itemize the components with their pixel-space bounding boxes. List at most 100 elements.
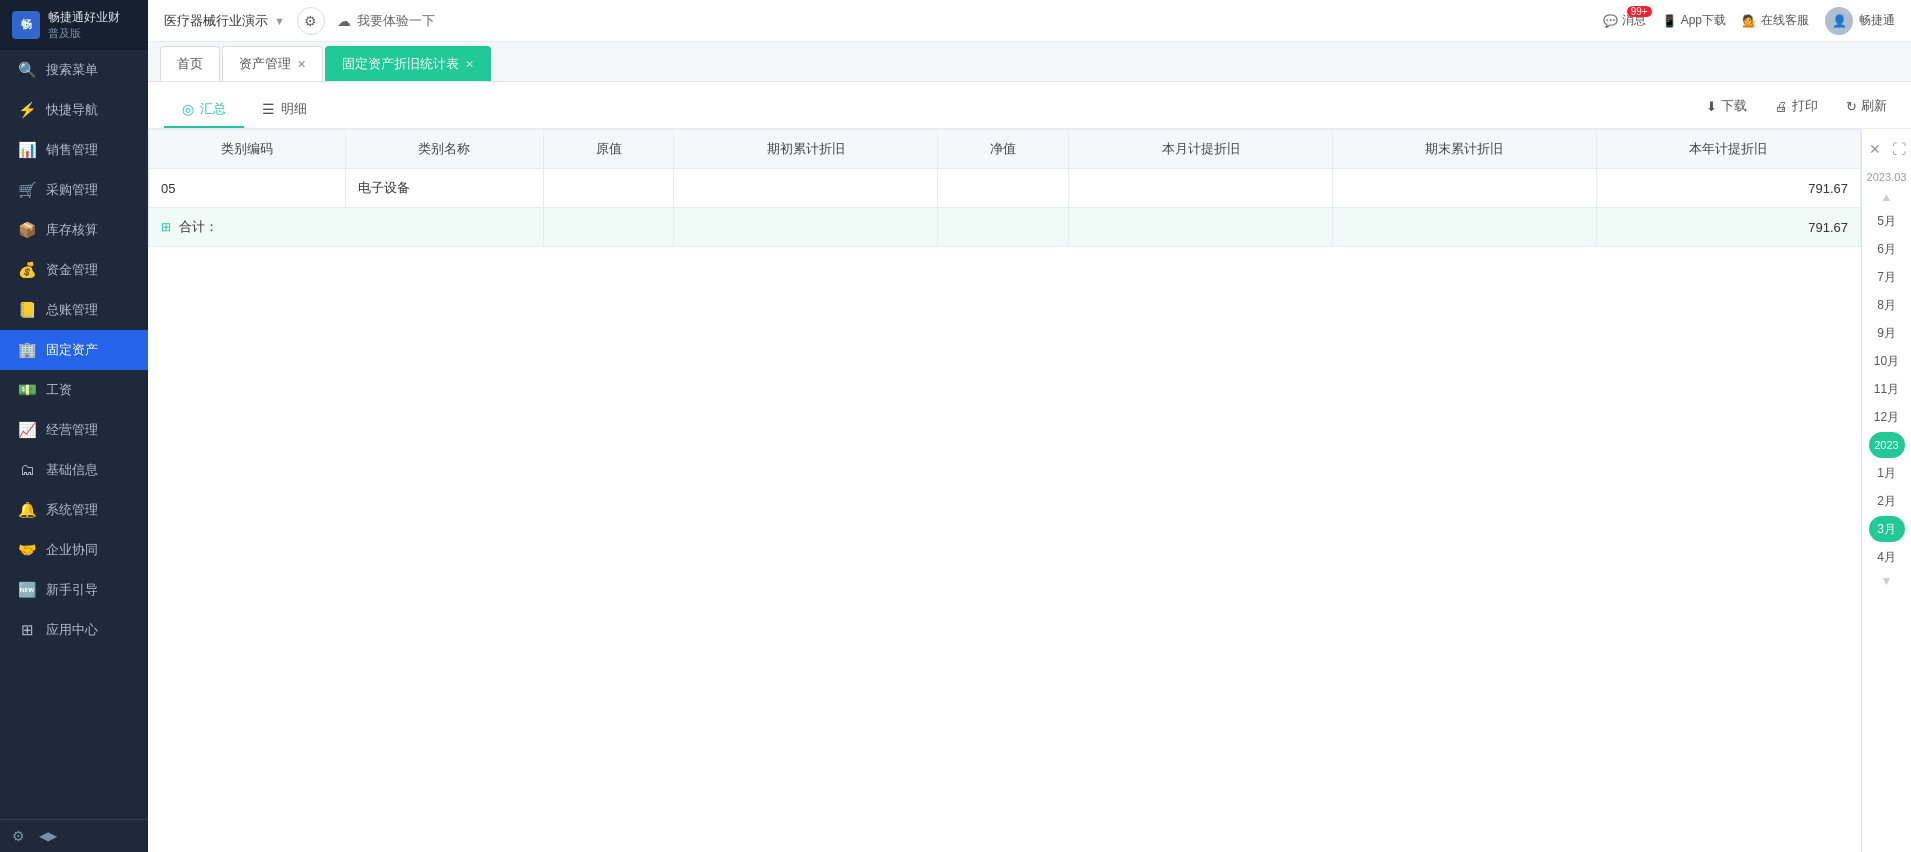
sidebar-item-collab[interactable]: 🤝 企业协同	[0, 530, 148, 570]
subtab-summary[interactable]: ◎ 汇总	[164, 92, 244, 128]
month-item-9[interactable]: 9月	[1869, 320, 1905, 346]
col-current-month: 本月计提折旧	[1069, 130, 1333, 169]
total-net	[938, 208, 1069, 247]
sidebar-item-label: 快捷导航	[46, 101, 98, 119]
total-row: ⊞ 合计： 791.67	[149, 208, 1861, 247]
subtab-detail[interactable]: ☰ 明细	[244, 92, 325, 128]
sidebar-item-fund[interactable]: 💰 资金管理	[0, 250, 148, 290]
tab-close-icon[interactable]: ✕	[465, 58, 474, 71]
table-header-row: 类别编码 类别名称 原值 期初累计折旧 净值 本月计提折旧 期末累计折旧 本年计…	[149, 130, 1861, 169]
inventory-icon: 📦	[18, 221, 36, 239]
sidebar-item-sales[interactable]: 📊 销售管理	[0, 130, 148, 170]
month-item-6[interactable]: 6月	[1869, 236, 1905, 262]
expand-panel-button[interactable]: ⛶	[1889, 139, 1909, 159]
sidebar-item-purchase[interactable]: 🛒 采购管理	[0, 170, 148, 210]
sidebar-item-label: 工资	[46, 381, 72, 399]
cell-code: 05	[149, 169, 346, 208]
online-service-button[interactable]: 💁 在线客服	[1742, 12, 1809, 29]
main-area: 医疗器械行业演示 ▼ ⚙ ☁ 我要体验一下 💬 消息 99+ 📱 App下载 💁…	[148, 0, 1911, 852]
scroll-up-button[interactable]: ▲	[1877, 187, 1897, 207]
print-button[interactable]: 🖨 打印	[1767, 93, 1826, 119]
tab-depreciation[interactable]: 固定资产折旧统计表 ✕	[325, 46, 491, 81]
sidebar-item-operation[interactable]: 📈 经营管理	[0, 410, 148, 450]
month-item-11[interactable]: 11月	[1869, 376, 1905, 402]
brand-name: 畅捷通好业财	[48, 10, 120, 26]
download-icon: 📱	[1662, 14, 1677, 28]
collapse-icon[interactable]: ◀▶	[39, 829, 57, 843]
month-item-1[interactable]: 1月	[1869, 460, 1905, 486]
tab-home[interactable]: 首页	[160, 46, 220, 81]
message-button[interactable]: 💬 消息 99+	[1603, 12, 1646, 29]
sidebar-item-label: 库存核算	[46, 221, 98, 239]
app-download-button[interactable]: 📱 App下载	[1662, 12, 1726, 29]
sidebar-item-guide[interactable]: 🆕 新手引导	[0, 570, 148, 610]
col-original: 原值	[543, 130, 674, 169]
message-icon: 💬	[1603, 14, 1618, 28]
sidebar-item-label: 固定资产	[46, 341, 98, 359]
sidebar-item-label: 销售管理	[46, 141, 98, 159]
avatar: 👤	[1825, 7, 1853, 35]
app-logo: 畅	[12, 11, 40, 39]
year-node-2023[interactable]: 2023	[1869, 432, 1905, 458]
month-item-10[interactable]: 10月	[1869, 348, 1905, 374]
month-item-4[interactable]: 4月	[1869, 544, 1905, 570]
subtab-label: 明细	[281, 100, 307, 118]
sidebar-item-app-center[interactable]: ⊞ 应用中心	[0, 610, 148, 650]
sidebar-item-search[interactable]: 🔍 搜索菜单	[0, 50, 148, 90]
detail-icon: ☰	[262, 101, 275, 117]
month-item-3[interactable]: 3月	[1869, 516, 1905, 542]
search-icon: 🔍	[18, 61, 36, 79]
tab-label: 资产管理	[239, 55, 291, 73]
sidebar-item-label: 新手引导	[46, 581, 98, 599]
download-icon: ⬇	[1706, 99, 1717, 114]
settings-button[interactable]: ⚙	[297, 7, 325, 35]
download-button[interactable]: ⬇ 下载	[1698, 93, 1755, 119]
sidebar-item-payroll[interactable]: 💵 工资	[0, 370, 148, 410]
settings-icon[interactable]: ⚙	[12, 828, 25, 844]
company-selector[interactable]: 医疗器械行业演示 ▼	[164, 12, 285, 30]
sales-icon: 📊	[18, 141, 36, 159]
message-badge: 99+	[1627, 6, 1652, 17]
col-net: 净值	[938, 130, 1069, 169]
sidebar-item-label: 系统管理	[46, 501, 98, 519]
user-profile[interactable]: 👤 畅捷通	[1825, 7, 1895, 35]
topbar: 医疗器械行业演示 ▼ ⚙ ☁ 我要体验一下 💬 消息 99+ 📱 App下载 💁…	[148, 0, 1911, 42]
topbar-right: 💬 消息 99+ 📱 App下载 💁 在线客服 👤 畅捷通	[1603, 7, 1895, 35]
system-icon: 🔔	[18, 501, 36, 519]
tab-label: 首页	[177, 55, 203, 73]
sidebar-item-inventory[interactable]: 📦 库存核算	[0, 210, 148, 250]
subtab-bar: ◎ 汇总 ☰ 明细 ⬇ 下载 🖨 打印 ↻ 刷新	[148, 82, 1911, 129]
sidebar-menu: 🔍 搜索菜单 ⚡ 快捷导航 📊 销售管理 🛒 采购管理 📦 库存核算 💰 资金管…	[0, 50, 148, 819]
sidebar-item-label: 经营管理	[46, 421, 98, 439]
sidebar-brand: 畅捷通好业财 普及版	[48, 10, 120, 40]
month-item-12[interactable]: 12月	[1869, 404, 1905, 430]
total-opening-accum	[674, 208, 938, 247]
ledger-icon: 📒	[18, 301, 36, 319]
month-item-7[interactable]: 7月	[1869, 264, 1905, 290]
service-icon: 💁	[1742, 14, 1757, 28]
total-label: 合计：	[179, 219, 218, 234]
refresh-button[interactable]: ↻ 刷新	[1838, 93, 1895, 119]
sidebar-item-quicknav[interactable]: ⚡ 快捷导航	[0, 90, 148, 130]
depreciation-table: 类别编码 类别名称 原值 期初累计折旧 净值 本月计提折旧 期末累计折旧 本年计…	[148, 129, 1861, 247]
sidebar-item-basic-info[interactable]: 🗂 基础信息	[0, 450, 148, 490]
month-item-8[interactable]: 8月	[1869, 292, 1905, 318]
sidebar-item-system[interactable]: 🔔 系统管理	[0, 490, 148, 530]
company-dropdown-icon: ▼	[274, 15, 285, 27]
subtab-label: 汇总	[200, 100, 226, 118]
sidebar-item-fixed-asset[interactable]: 🏢 固定资产	[0, 330, 148, 370]
sidebar-header: 畅 畅捷通好业财 普及版	[0, 0, 148, 50]
tab-close-icon[interactable]: ✕	[297, 58, 306, 71]
close-panel-button[interactable]: ✕	[1865, 139, 1885, 159]
month-item-2[interactable]: 2月	[1869, 488, 1905, 514]
quicknav-icon: ⚡	[18, 101, 36, 119]
sidebar-item-ledger[interactable]: 📒 总账管理	[0, 290, 148, 330]
total-original	[543, 208, 674, 247]
print-label: 打印	[1792, 97, 1818, 115]
tab-label: 固定资产折旧统计表	[342, 55, 459, 73]
tab-asset-mgmt[interactable]: 资产管理 ✕	[222, 46, 323, 81]
total-label-cell: ⊞ 合计：	[149, 208, 544, 247]
month-item-5[interactable]: 5月	[1869, 208, 1905, 234]
scroll-down-button[interactable]: ▼	[1877, 571, 1897, 591]
experience-button[interactable]: ☁ 我要体验一下	[337, 12, 435, 30]
